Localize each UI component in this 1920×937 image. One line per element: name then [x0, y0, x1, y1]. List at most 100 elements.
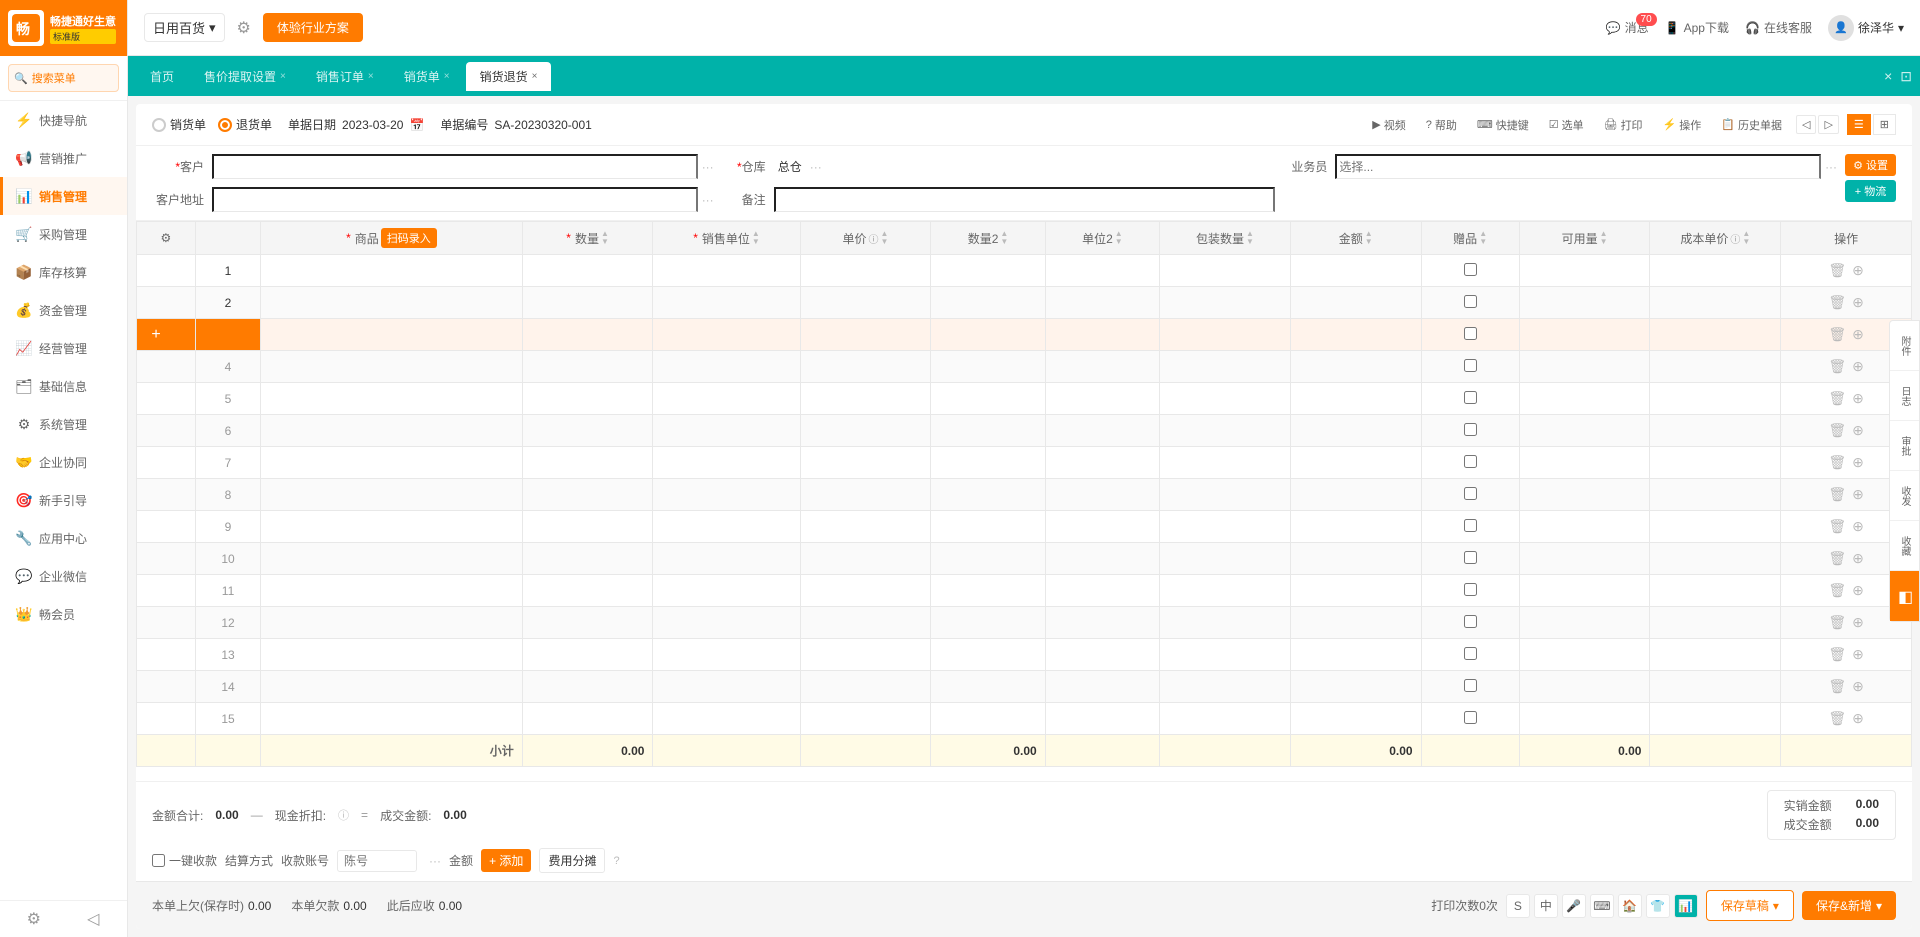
row-price[interactable]: [800, 287, 931, 319]
account-input[interactable]: [337, 850, 417, 872]
row-price[interactable]: [800, 255, 931, 287]
delete-row-icon[interactable]: 🗑: [1828, 646, 1846, 663]
active-float-btn[interactable]: ◧: [1890, 571, 1919, 621]
toolbar-icon-4[interactable]: ⌨: [1590, 894, 1614, 918]
row-price[interactable]: [800, 319, 931, 351]
row-unit2[interactable]: [1045, 319, 1159, 351]
row-cost[interactable]: [1650, 319, 1781, 351]
copy-row-icon[interactable]: ⊕: [1852, 294, 1864, 311]
print-btn[interactable]: 🖨 打印: [1598, 115, 1649, 135]
save-draft-button[interactable]: 保存草稿 ▾: [1706, 890, 1794, 921]
row-cost[interactable]: [1650, 255, 1781, 287]
copy-row-icon[interactable]: ⊕: [1852, 486, 1864, 503]
gift-checkbox[interactable]: [1464, 583, 1477, 596]
sidebar-item-basic[interactable]: 🗂 基础信息: [0, 367, 127, 405]
operate-btn[interactable]: ⚡ 操作: [1657, 115, 1708, 135]
tab-home[interactable]: 首页: [136, 62, 188, 91]
one-pay-checkbox[interactable]: [152, 854, 165, 867]
delete-row-icon[interactable]: 🗑: [1828, 582, 1846, 599]
industry-dropdown[interactable]: 日用百货 ▾: [144, 13, 225, 42]
tab-close-icon[interactable]: ×: [368, 71, 374, 82]
restore-tab-button[interactable]: ⊡: [1900, 68, 1912, 85]
customer-select-icon[interactable]: ···: [702, 160, 714, 174]
copy-row-icon[interactable]: ⊕: [1852, 582, 1864, 599]
gift-checkbox[interactable]: [1464, 519, 1477, 532]
address-select-icon[interactable]: ···: [702, 193, 714, 207]
calendar-icon[interactable]: 📅: [409, 118, 424, 132]
attachment-btn[interactable]: 附件: [1890, 321, 1919, 371]
delete-row-icon[interactable]: 🗑: [1828, 390, 1846, 407]
user-menu[interactable]: 👤 徐泽华 ▾: [1828, 15, 1904, 41]
gift-checkbox[interactable]: [1464, 615, 1477, 628]
help-btn[interactable]: ? 帮助: [1420, 115, 1463, 135]
row-unit2[interactable]: [1045, 255, 1159, 287]
copy-row-icon[interactable]: ⊕: [1852, 422, 1864, 439]
message-btn[interactable]: 💬 消息 70: [1606, 19, 1649, 36]
copy-row-icon[interactable]: ⊕: [1852, 326, 1864, 343]
row-product[interactable]: [261, 255, 523, 287]
row-qty[interactable]: [522, 319, 653, 351]
product-input[interactable]: [269, 264, 514, 278]
favorite-btn[interactable]: 收藏: [1890, 521, 1919, 571]
delete-row-icon[interactable]: 🗑: [1828, 262, 1846, 279]
sidebar-item-enterprise[interactable]: 🤝 企业协同: [0, 443, 127, 481]
gift-checkbox[interactable]: [1464, 423, 1477, 436]
delete-row-icon[interactable]: 🗑: [1828, 358, 1846, 375]
gift-checkbox[interactable]: [1464, 711, 1477, 724]
delete-row-icon[interactable]: 🗑: [1828, 710, 1846, 727]
sidebar-item-finance[interactable]: 💰 资金管理: [0, 291, 127, 329]
row-unit2[interactable]: [1045, 287, 1159, 319]
sidebar-item-wechat[interactable]: 💬 企业微信: [0, 557, 127, 595]
next-record-btn[interactable]: ▷: [1818, 115, 1838, 134]
staff-input[interactable]: [1335, 154, 1821, 179]
gift-checkbox[interactable]: [1464, 679, 1477, 692]
row-qty[interactable]: [522, 287, 653, 319]
one-pay-label[interactable]: 一键收款: [152, 852, 217, 869]
row-pack[interactable]: [1160, 287, 1291, 319]
row-amount[interactable]: [1290, 255, 1421, 287]
delete-row-icon[interactable]: 🗑: [1828, 422, 1846, 439]
row-unit[interactable]: [653, 287, 800, 319]
sidebar-item-sales[interactable]: 📊 销售管理: [0, 177, 127, 215]
row-pack[interactable]: [1160, 319, 1291, 351]
row-pack[interactable]: [1160, 255, 1291, 287]
tab-sales-bill[interactable]: 销货单 ×: [390, 62, 464, 91]
row-product[interactable]: [261, 287, 523, 319]
tab-close-icon[interactable]: ×: [532, 71, 538, 82]
row-amount[interactable]: [1290, 319, 1421, 351]
add-payment-btn[interactable]: + 添加: [481, 849, 531, 872]
row-gift[interactable]: [1421, 255, 1519, 287]
experience-btn[interactable]: 体验行业方案: [263, 13, 363, 42]
row-avail[interactable]: [1519, 319, 1650, 351]
select-btn[interactable]: ☑ 选单: [1543, 115, 1590, 135]
gift-checkbox[interactable]: [1464, 391, 1477, 404]
staff-select-icon[interactable]: ···: [1825, 160, 1837, 174]
gift-checkbox[interactable]: [1464, 263, 1477, 276]
delete-row-icon[interactable]: 🗑: [1828, 486, 1846, 503]
logistics-btn[interactable]: + 物流: [1845, 180, 1896, 202]
tab-close-icon[interactable]: ×: [280, 71, 286, 82]
close-tab-button[interactable]: ×: [1884, 68, 1892, 85]
list-view-btn[interactable]: ☰: [1847, 114, 1871, 135]
product-input-active[interactable]: [269, 328, 514, 342]
log-btn[interactable]: 日志: [1890, 371, 1919, 421]
copy-row-icon[interactable]: ⊕: [1852, 358, 1864, 375]
header-gear-icon[interactable]: ⚙: [237, 18, 251, 38]
row-qty2[interactable]: [931, 255, 1045, 287]
search-menu-button[interactable]: 🔍 搜索菜单: [8, 64, 119, 92]
radio-sale[interactable]: 销货单: [152, 116, 206, 133]
receive-send-btn[interactable]: 收发: [1890, 471, 1919, 521]
add-row-button[interactable]: +: [145, 324, 167, 346]
sidebar-item-shortcut[interactable]: ⚡ 快捷导航: [0, 101, 127, 139]
row-unit[interactable]: [653, 319, 800, 351]
gift-checkbox[interactable]: [1464, 295, 1477, 308]
video-btn[interactable]: ▶ 视频: [1366, 115, 1411, 135]
fee-split-btn[interactable]: 费用分摊: [539, 848, 605, 873]
warehouse-select-icon[interactable]: ···: [810, 160, 822, 174]
account-select-icon[interactable]: ···: [429, 854, 441, 868]
row-qty2[interactable]: [931, 287, 1045, 319]
prev-record-btn[interactable]: ◁: [1796, 115, 1816, 134]
tab-price-extract[interactable]: 售价提取设置 ×: [190, 62, 300, 91]
copy-row-icon[interactable]: ⊕: [1852, 550, 1864, 567]
row-gift[interactable]: [1421, 287, 1519, 319]
